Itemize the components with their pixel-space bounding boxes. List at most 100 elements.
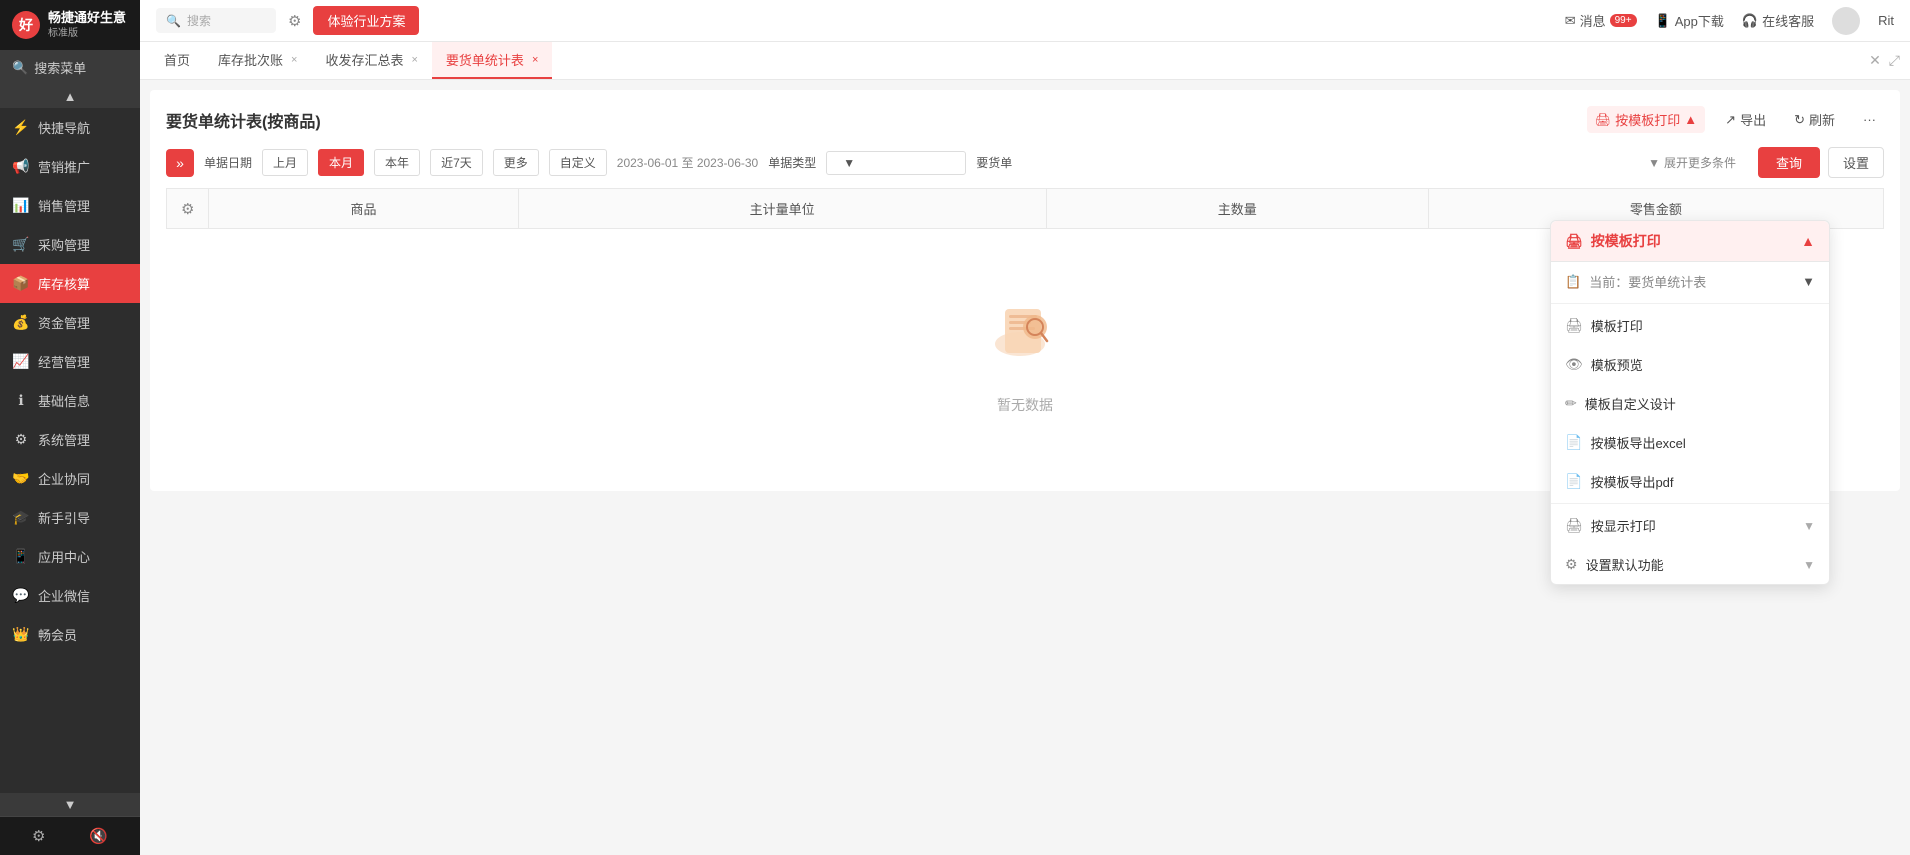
tab-close-all-icon[interactable]: ✕ [1869, 52, 1881, 69]
print-dropdown-close[interactable]: ▲ [1801, 233, 1815, 249]
date-btn-this-month[interactable]: 本月 [318, 149, 364, 176]
app-tag: 标准版 [48, 27, 126, 40]
marketing-icon: 📢 [12, 158, 30, 176]
menu-item-display-print[interactable]: 🖨 按显示打印 ▼ [1551, 506, 1829, 545]
sidebar-item-label-quick-nav: 快捷导航 [38, 118, 90, 137]
purchase-icon: 🛒 [12, 236, 30, 254]
tab-home[interactable]: 首页 [150, 42, 204, 79]
tab-home-label: 首页 [164, 50, 190, 69]
wechat-icon: 💬 [12, 587, 30, 605]
sidebar-item-basic[interactable]: ℹ基础信息 [0, 381, 140, 420]
date-btn-last-month[interactable]: 上月 [262, 149, 308, 176]
refresh-icon: ↻ [1794, 112, 1805, 128]
tab-inventory-batch-close[interactable]: × [291, 54, 297, 66]
tab-receipt-summary[interactable]: 收发存汇总表 × [311, 42, 431, 79]
date-btn-7days[interactable]: 近7天 [430, 149, 483, 176]
tab-expand-icon[interactable]: ⤢ [1889, 52, 1900, 69]
page-title: 要货单统计表(按商品) [166, 108, 321, 132]
sidebar-item-inventory[interactable]: 📦库存核算 [0, 264, 140, 303]
tab-end-buttons: ✕ ⤢ [1869, 52, 1900, 69]
more-button[interactable]: ··· [1855, 108, 1884, 131]
menu-item-template-design[interactable]: ✏ 模板自定义设计 [1551, 384, 1829, 423]
query-button[interactable]: 查询 [1758, 147, 1820, 178]
sales-icon: 📊 [12, 197, 30, 215]
table-settings-col: ⚙ [167, 189, 209, 229]
sidebar-item-newbie[interactable]: 🎓 新手引导 [0, 498, 140, 537]
message-icon: ✉ [1565, 13, 1576, 29]
sidebar-item-appstore[interactable]: 📱应用中心 [0, 537, 140, 576]
tab-order-stats-close[interactable]: × [532, 54, 538, 66]
tab-order-stats[interactable]: 要货单统计表 × [432, 42, 552, 79]
set-default-chevron: ▼ [1803, 558, 1815, 572]
expand-label: 展开更多条件 [1664, 154, 1736, 171]
topbar: 🔍 搜索 ⚙ 体验行业方案 ✉ 消息 99+ 📱 App下载 🎧 在线客服 Ri… [140, 0, 1910, 42]
more-label: ··· [1863, 112, 1876, 127]
finance-icon: 💰 [12, 314, 30, 332]
refresh-button[interactable]: ↻ 刷新 [1786, 106, 1843, 133]
logo-text: 畅捷通好生意 标准版 [48, 10, 126, 40]
filter-toggle-icon: » [176, 155, 184, 171]
sidebar-item-operation[interactable]: 📈经营管理 [0, 342, 140, 381]
basic-icon: ℹ [12, 392, 30, 410]
sidebar-item-label-newbie: 新手引导 [38, 508, 90, 527]
sidebar-item-finance[interactable]: 💰 资金管理 [0, 303, 140, 342]
topbar-gear-icon[interactable]: ⚙ [288, 12, 301, 30]
message-label: 消息 [1580, 11, 1606, 30]
date-btn-this-year[interactable]: 本年 [374, 149, 420, 176]
date-filter-label: 单据日期 [204, 154, 252, 171]
filter-toggle-button[interactable]: » [166, 149, 194, 177]
page-actions: 🖨 按模板打印 ▲ ↗ 导出 ↻ 刷新 ··· [1587, 106, 1884, 133]
sidebar-item-system[interactable]: ⚙系统管理 [0, 420, 140, 459]
date-btn-more[interactable]: 更多 [493, 149, 539, 176]
menu-item-export-excel[interactable]: 📄 按模板导出excel [1551, 423, 1829, 462]
date-btn-custom[interactable]: 自定义 [549, 149, 607, 176]
topbar-search[interactable]: 🔍 搜索 [156, 8, 276, 33]
export-button[interactable]: ↗ 导出 [1717, 106, 1774, 133]
avatar[interactable] [1832, 7, 1860, 35]
sidebar-item-label-operation: 经营管理 [38, 352, 90, 371]
sidebar-scroll-down[interactable]: ▼ [0, 793, 140, 816]
settings-icon[interactable]: ⚙ [32, 827, 45, 845]
menu-item-display-print-left: 🖨 按显示打印 [1565, 516, 1656, 535]
sidebar-item-label-finance: 资金管理 [38, 313, 90, 332]
promo-button[interactable]: 体验行业方案 [313, 6, 419, 35]
print-dropdown-title-area: 🖨 按模板打印 [1565, 231, 1661, 251]
export-icon: ↗ [1725, 112, 1736, 128]
print-template-button[interactable]: 🖨 按模板打印 ▲ [1587, 106, 1705, 133]
sidebar-scroll-up[interactable]: ▲ [0, 85, 140, 108]
tab-inventory-batch[interactable]: 库存批次账 × [204, 42, 311, 79]
settings-button[interactable]: 设置 [1828, 147, 1884, 178]
type-filter-select[interactable]: ▼ [826, 151, 966, 175]
sidebar-item-quick-nav[interactable]: ⚡快捷导航 [0, 108, 140, 147]
menu-display-print-icon: 🖨 [1565, 517, 1583, 534]
print-dropdown: 🖨 按模板打印 ▲ 📋 当前：要货单统计表 ▼ 🖨 模板打印 [1550, 220, 1830, 585]
sidebar-item-label-enterprise: 企业协同 [38, 469, 90, 488]
app-download-item[interactable]: 📱 App下载 [1655, 11, 1724, 30]
current-template-icon: 📋 [1565, 274, 1581, 290]
sidebar-item-sales[interactable]: 📊销售管理 [0, 186, 140, 225]
refresh-label: 刷新 [1809, 110, 1835, 129]
menu-item-template-preview[interactable]: 👁 模板预览 [1551, 345, 1829, 384]
sidebar-item-enterprise[interactable]: 🤝企业协同 [0, 459, 140, 498]
table-gear-icon[interactable]: ⚙ [181, 201, 194, 218]
menu-item-export-pdf[interactable]: 📄 按模板导出pdf [1551, 462, 1829, 501]
expand-more-button[interactable]: ▼ 展开更多条件 [1648, 154, 1736, 171]
sidebar-item-wechat[interactable]: 💬 企业微信 [0, 576, 140, 615]
newbie-icon: 🎓 [12, 509, 30, 527]
sidebar-search[interactable]: 🔍 搜索菜单 [0, 50, 140, 85]
type-filter-chevron-icon: ▼ [843, 156, 855, 170]
tab-receipt-summary-close[interactable]: × [411, 54, 417, 66]
mute-icon[interactable]: 🔇 [89, 827, 108, 845]
menu-item-template-print[interactable]: 🖨 模板打印 [1551, 306, 1829, 345]
sidebar-item-member[interactable]: 👑畅会员 [0, 615, 140, 654]
sidebar-item-marketing[interactable]: 📢营销推广 [0, 147, 140, 186]
message-item[interactable]: ✉ 消息 99+ [1565, 11, 1637, 30]
service-item[interactable]: 🎧 在线客服 [1742, 11, 1814, 30]
sidebar-item-purchase[interactable]: 🛒采购管理 [0, 225, 140, 264]
sidebar-item-label-member: 畅会员 [38, 625, 77, 644]
current-template-label: 📋 当前：要货单统计表 ▼ [1551, 262, 1829, 301]
menu-export-pdf-label: 按模板导出pdf [1590, 472, 1673, 491]
menu-item-set-default[interactable]: ⚙ 设置默认功能 ▼ [1551, 545, 1829, 584]
col-quantity: 主数量 [1046, 189, 1428, 229]
sidebar-item-label-wechat: 企业微信 [38, 586, 90, 605]
